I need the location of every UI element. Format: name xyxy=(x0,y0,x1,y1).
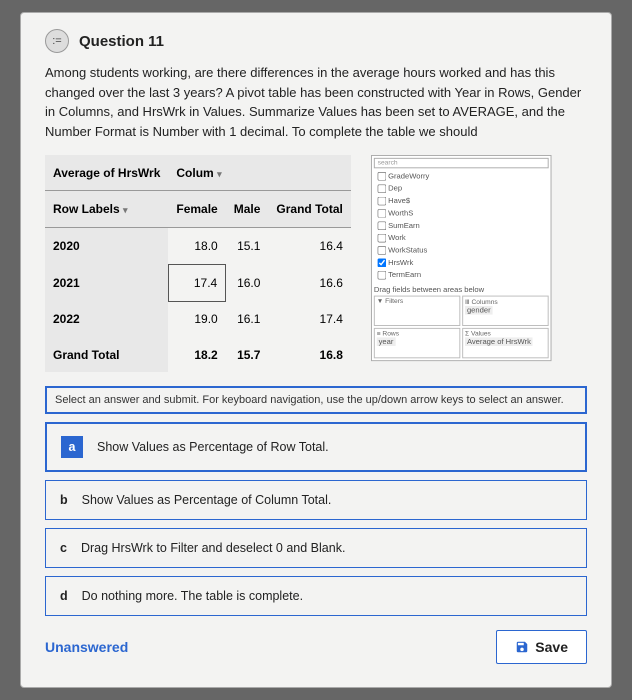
save-icon xyxy=(515,640,529,654)
answer-text: Show Values as Percentage of Row Total. xyxy=(97,440,329,454)
pivot-fields-panel: search GradeWorry Dep Have$ WorthS SumEa… xyxy=(371,155,552,361)
col-header: Male xyxy=(226,191,269,228)
field-search[interactable]: search xyxy=(374,158,549,168)
answer-letter: a xyxy=(61,436,83,458)
answer-text: Do nothing more. The table is complete. xyxy=(82,589,303,603)
field-item[interactable]: Have$ xyxy=(374,195,549,207)
grand-total-row: Grand Total 18.2 15.7 16.8 xyxy=(45,337,351,372)
pivot-title: Average of HrsWrk xyxy=(45,155,168,191)
drag-hint: Drag fields between areas below xyxy=(374,285,549,294)
save-label: Save xyxy=(535,639,568,655)
question-icon: := xyxy=(45,29,69,53)
field-areas: ▼ Filters Ⅲ Columns gender ≡ Rows year Σ… xyxy=(374,296,549,359)
question-number: Question 11 xyxy=(79,33,164,50)
answer-letter: c xyxy=(60,541,67,555)
values-area[interactable]: Σ Values Average of HrsWrk xyxy=(462,328,548,358)
status-label: Unanswered xyxy=(45,639,128,655)
question-card: := Question 11 Among students working, a… xyxy=(20,12,612,688)
table-row: 2021 17.4 16.0 16.6 xyxy=(45,264,351,301)
field-list: GradeWorry Dep Have$ WorthS SumEarn Work… xyxy=(374,170,549,281)
table-row: 2020 18.0 15.1 16.4 xyxy=(45,228,351,265)
answer-option-b[interactable]: b Show Values as Percentage of Column To… xyxy=(45,480,587,520)
answer-text: Drag HrsWrk to Filter and deselect 0 and… xyxy=(81,541,345,555)
row-labels-header: Row Labels ▾ xyxy=(45,191,168,228)
field-item[interactable]: SumEarn xyxy=(374,220,549,232)
answer-letter: d xyxy=(60,589,68,603)
answers-list: a Show Values as Percentage of Row Total… xyxy=(45,422,587,616)
rows-area[interactable]: ≡ Rows year xyxy=(374,328,460,358)
col-header: Female xyxy=(168,191,225,228)
field-item[interactable]: Dep xyxy=(374,183,549,195)
select-hint: Select an answer and submit. For keyboar… xyxy=(45,386,587,414)
answer-option-c[interactable]: c Drag HrsWrk to Filter and deselect 0 a… xyxy=(45,528,587,568)
question-text: Among students working, are there differ… xyxy=(45,63,587,141)
table-row: 2022 19.0 16.1 17.4 xyxy=(45,301,351,337)
columns-area[interactable]: Ⅲ Columns gender xyxy=(462,296,548,326)
col-header: Grand Total xyxy=(268,191,350,228)
question-header: := Question 11 xyxy=(45,29,587,53)
field-item[interactable]: WorkStatus xyxy=(374,244,549,256)
field-item[interactable]: GradeWorry xyxy=(374,170,549,182)
pivot-col-label: Colum ▾ xyxy=(168,155,351,191)
answer-text: Show Values as Percentage of Column Tota… xyxy=(82,493,332,507)
filters-area[interactable]: ▼ Filters xyxy=(374,296,460,326)
answer-letter: b xyxy=(60,493,68,507)
pivot-area: Average of HrsWrk Colum ▾ Row Labels ▾ F… xyxy=(45,155,587,372)
field-item[interactable]: Work xyxy=(374,232,549,244)
field-item[interactable]: HrsWrk xyxy=(374,257,549,269)
pivot-table: Average of HrsWrk Colum ▾ Row Labels ▾ F… xyxy=(45,155,351,372)
save-button[interactable]: Save xyxy=(496,630,587,664)
answer-option-d[interactable]: d Do nothing more. The table is complete… xyxy=(45,576,587,616)
field-item[interactable]: TermEarn xyxy=(374,269,549,281)
field-item[interactable]: WorthS xyxy=(374,207,549,219)
answer-option-a[interactable]: a Show Values as Percentage of Row Total… xyxy=(45,422,587,472)
footer: Unanswered Save xyxy=(45,630,587,664)
